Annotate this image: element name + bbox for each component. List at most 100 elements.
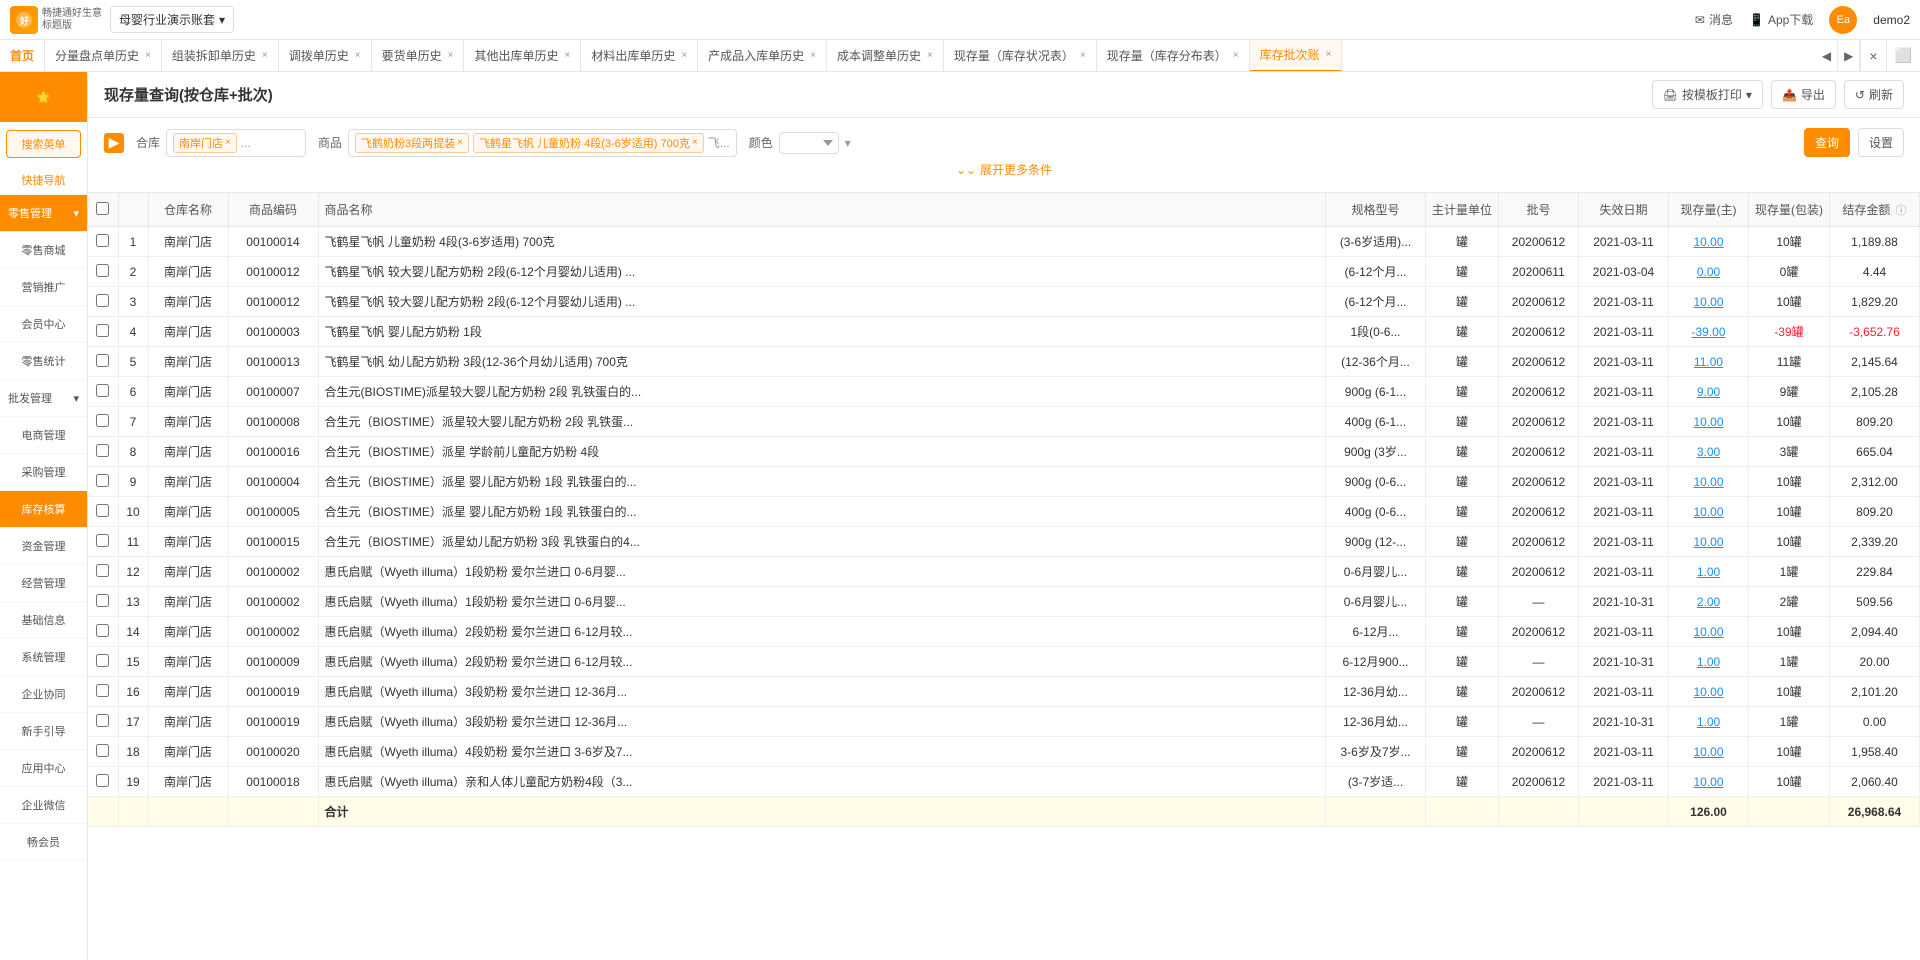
tab-fen-pan[interactable]: 分量盘点单历史 × [45,40,162,72]
row-checkbox[interactable] [96,474,109,487]
tab-xian-cun1[interactable]: 现存量（库存状况表） × [944,40,1097,72]
stock1-link[interactable]: 11.00 [1694,355,1723,369]
tab-xian-cun2-close[interactable]: × [1233,50,1239,61]
product-filter-input[interactable]: 飞鹤奶粉3段两提装 × 飞鹤星飞帆 儿童奶粉 4段(3-6岁适用) 700克 ×… [348,129,737,157]
settings-button[interactable]: 设置 [1858,128,1904,157]
filter-expand-toggle[interactable]: ▶ [104,133,124,153]
tab-cheng-ben-close[interactable]: × [927,50,933,61]
tab-fen-pan-close[interactable]: × [145,50,151,61]
tab-xian-cun2[interactable]: 现存量（库存分布表） × [1097,40,1250,72]
app-download-button[interactable]: 📱 App下载 [1749,11,1813,28]
row-checkbox[interactable] [96,744,109,757]
tab-zu-chai[interactable]: 组装拆卸单历史 × [162,40,279,72]
tab-chan-pin-close[interactable]: × [810,50,816,61]
sidebar-item-retail[interactable]: 零售管理 ▾ [0,195,87,232]
sidebar-item-guide[interactable]: 新手引导 [0,713,87,750]
print-button[interactable]: 🖨 按模板打印 ▾ [1652,80,1763,109]
stock1-link[interactable]: 9.00 [1697,385,1720,399]
tab-xian-cun1-close[interactable]: × [1080,50,1086,61]
tab-prev-button[interactable]: ◀ [1816,40,1838,72]
sidebar-item-system[interactable]: 系统管理 [0,639,87,676]
sidebar-item-mall[interactable]: 零售商城 [0,232,87,269]
sidebar-item-vip[interactable]: 畅会员 [0,824,87,861]
tab-maximize-button[interactable]: ⬜ [1886,40,1920,72]
tab-zu-chai-close[interactable]: × [262,50,268,61]
row-checkbox[interactable] [96,384,109,397]
row-checkbox[interactable] [96,354,109,367]
expand-more-conditions[interactable]: ⌄⌄ 展开更多条件 [104,157,1904,182]
row-checkbox[interactable] [96,264,109,277]
stock1-link[interactable]: 10.00 [1693,505,1723,519]
sidebar-item-biz[interactable]: 经营管理 [0,565,87,602]
tab-yao-huo[interactable]: 要货单历史 × [372,40,465,72]
sidebar-item-finance[interactable]: 资金管理 [0,528,87,565]
tab-qi-ta-close[interactable]: × [564,50,570,61]
stock1-link[interactable]: 10.00 [1693,685,1723,699]
product-tag-2[interactable]: 飞鹤星飞帆 儿童奶粉 4段(3-6岁适用) 700克 × [473,133,704,153]
row-checkbox[interactable] [96,564,109,577]
tab-qi-ta[interactable]: 其他出库单历史 × [464,40,581,72]
tab-cheng-ben[interactable]: 成本调整单历史 × [827,40,944,72]
stock1-link[interactable]: 10.00 [1693,415,1723,429]
stock1-link[interactable]: 2.00 [1697,595,1720,609]
warehouse-filter-input[interactable]: 南岸门店 × ... [166,129,306,157]
sidebar-quick-nav-button[interactable]: 快捷导航 [0,166,87,195]
product-tag-2-close[interactable]: × [692,137,698,148]
stock1-link[interactable]: 3.00 [1697,445,1720,459]
row-checkbox[interactable] [96,234,109,247]
sidebar-item-marketing[interactable]: 营销推广 [0,269,87,306]
warehouse-more[interactable]: ... [241,136,251,150]
export-button[interactable]: 📤 导出 [1771,80,1836,109]
tab-next-button[interactable]: ▶ [1838,40,1860,72]
sidebar-item-stock[interactable]: 库存核算 [0,491,87,528]
stock1-link[interactable]: 10.00 [1693,475,1723,489]
sidebar-item-apps[interactable]: 应用中心 [0,750,87,787]
product-tag-1-close[interactable]: × [457,137,463,148]
row-checkbox[interactable] [96,624,109,637]
sidebar-item-wechat[interactable]: 企业微信 [0,787,87,824]
search-menu-button[interactable]: 搜索英单 [6,130,81,158]
stock1-link[interactable]: 10.00 [1693,775,1723,789]
tab-pi-ci[interactable]: 库存批次账 × [1250,40,1343,72]
balance-info-icon[interactable]: ⓘ [1896,205,1907,217]
stock1-link[interactable]: 0.00 [1697,265,1720,279]
stock1-link[interactable]: 10.00 [1693,295,1723,309]
stock1-link[interactable]: 1.00 [1697,715,1720,729]
messages-button[interactable]: ✉ 消息 [1695,11,1733,28]
warehouse-tag-1[interactable]: 南岸门店 × [173,133,237,153]
product-more[interactable]: 飞... [708,134,730,151]
stock1-link[interactable]: 1.00 [1697,655,1720,669]
tab-close-all-button[interactable]: × [1860,40,1885,72]
sidebar-item-member[interactable]: 会员中心 [0,306,87,343]
tab-tiao-bo[interactable]: 调拨单历史 × [279,40,372,72]
user-avatar[interactable]: Ea [1829,6,1857,34]
stock1-link[interactable]: 10.00 [1693,625,1723,639]
row-checkbox[interactable] [96,504,109,517]
stock1-link[interactable]: 10.00 [1693,535,1723,549]
stock1-link[interactable]: -39.00 [1691,325,1725,339]
select-all-checkbox[interactable] [96,202,109,215]
stock1-link[interactable]: 10.00 [1693,745,1723,759]
sidebar-item-ecom[interactable]: 电商管理 [0,417,87,454]
sidebar-item-company[interactable]: 企业协同 [0,676,87,713]
row-checkbox[interactable] [96,294,109,307]
row-checkbox[interactable] [96,654,109,667]
row-checkbox[interactable] [96,534,109,547]
query-button[interactable]: 查询 [1804,128,1850,157]
sidebar-item-purchase[interactable]: 采购管理 [0,454,87,491]
warehouse-tag-1-close[interactable]: × [225,137,231,148]
tab-pi-ci-close[interactable]: × [1326,49,1332,60]
account-selector[interactable]: 母婴行业演示账套 ▾ [110,6,234,33]
stock1-link[interactable]: 1.00 [1697,565,1720,579]
tab-chan-pin[interactable]: 产成品入库单历史 × [698,40,827,72]
row-checkbox[interactable] [96,324,109,337]
tab-home[interactable]: 首页 [0,40,45,72]
sidebar-item-base[interactable]: 基础信息 [0,602,87,639]
sidebar-item-wholesale[interactable]: 批发管理 ▾ [0,380,87,417]
tab-tiao-bo-close[interactable]: × [355,50,361,61]
tab-yao-huo-close[interactable]: × [448,50,454,61]
tab-cai-liao[interactable]: 材料出库单历史 × [581,40,698,72]
row-checkbox[interactable] [96,444,109,457]
row-checkbox[interactable] [96,714,109,727]
row-checkbox[interactable] [96,594,109,607]
